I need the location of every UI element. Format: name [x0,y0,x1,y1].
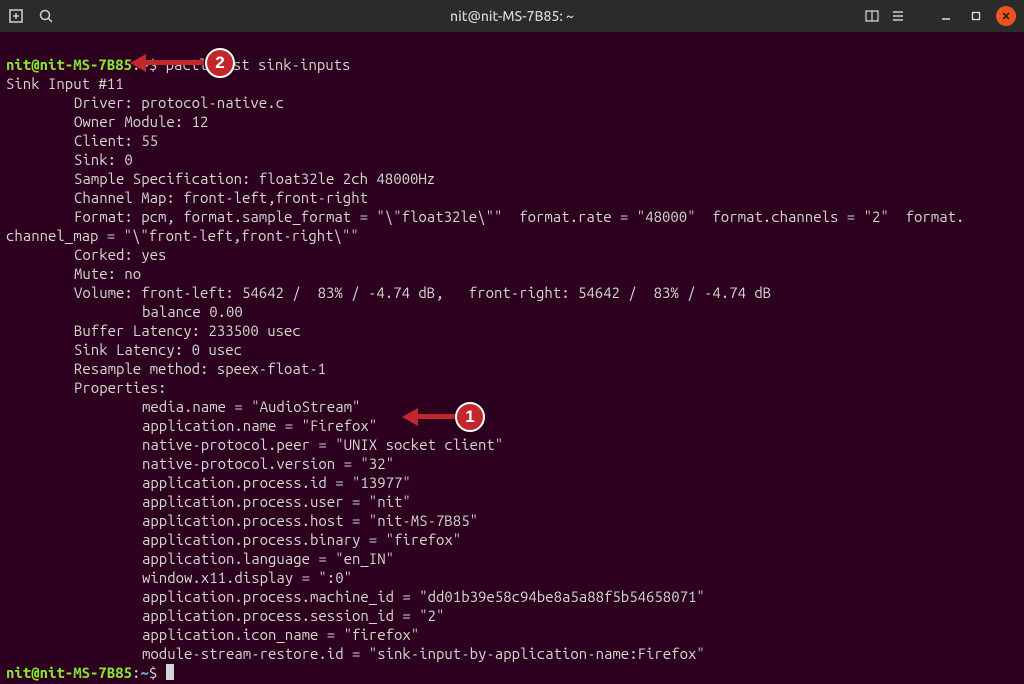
output-properties-label: Properties: [6,378,1018,397]
output-owner-module: Owner Module: 12 [6,112,1018,131]
prop-window-display: window.x11.display = ":0" [6,568,1018,587]
prop-app-process-id: application.process.id = "13977" [6,473,1018,492]
window-titlebar: nit@nit-MS-7B85: ~ [0,0,1024,32]
split-icon[interactable] [864,8,880,24]
output-buffer-latency: Buffer Latency: 233500 usec [6,321,1018,340]
prompt-line-2: nit@nit-MS-7B85:~$ [6,664,174,681]
hamburger-menu-icon[interactable] [890,8,906,24]
output-corked: Corked: yes [6,245,1018,264]
window-minimize-button[interactable] [936,6,956,26]
prompt-user: nit [6,56,31,73]
prop-app-process-host: application.process.host = "nit-MS-7B85" [6,511,1018,530]
search-icon[interactable] [38,8,54,24]
output-sink-latency: Sink Latency: 0 usec [6,340,1018,359]
prop-native-protocol-version: native-protocol.version = "32" [6,454,1018,473]
window-close-button[interactable] [996,6,1016,26]
window-maximize-button[interactable] [966,6,986,26]
prop-module-stream-restore: module-stream-restore.id = "sink-input-b… [6,644,1018,663]
prop-app-process-binary: application.process.binary = "firefox" [6,530,1018,549]
output-format-line1: Format: pcm, format.sample_format = "\"f… [6,207,1018,226]
sink-input-header: Sink Input #11 [6,75,124,92]
prop-native-protocol-peer: native-protocol.peer = "UNIX socket clie… [6,435,1018,454]
annotation-badge-2: 2 [205,48,235,78]
output-sink: Sink: 0 [6,150,1018,169]
output-volume-line2: balance 0.00 [6,302,1018,321]
annotation-badge-1: 1 [455,402,485,432]
prop-app-session-id: application.process.session_id = "2" [6,606,1018,625]
prop-media-name: media.name = "AudioStream" [6,397,1018,416]
output-driver: Driver: protocol-native.c [6,93,1018,112]
prop-app-process-user: application.process.user = "nit" [6,492,1018,511]
output-mute: Mute: no [6,264,1018,283]
output-resample: Resample method: speex-float-1 [6,359,1018,378]
output-volume-line1: Volume: front-left: 54642 / 83% / -4.74 … [6,283,1018,302]
output-format-line2: channel_map = "\"front-left,front-right\… [6,227,359,244]
prop-app-icon-name: application.icon_name = "firefox" [6,625,1018,644]
prompt-host: nit-MS-7B85 [40,56,132,73]
terminal-output-area[interactable]: nit@nit-MS-7B85:~$ pactl list sink-input… [0,32,1024,682]
prop-app-language: application.language = "en_IN" [6,549,1018,568]
terminal-cursor [166,664,174,680]
new-tab-icon[interactable] [8,8,24,24]
prop-application-name: application.name = "Firefox" [6,416,1018,435]
output-client: Client: 55 [6,131,1018,150]
prop-app-machine-id: application.process.machine_id = "dd01b3… [6,587,1018,606]
output-sample-spec: Sample Specification: float32le 2ch 4800… [6,169,1018,188]
output-channel-map: Channel Map: front-left,front-right [6,188,1018,207]
